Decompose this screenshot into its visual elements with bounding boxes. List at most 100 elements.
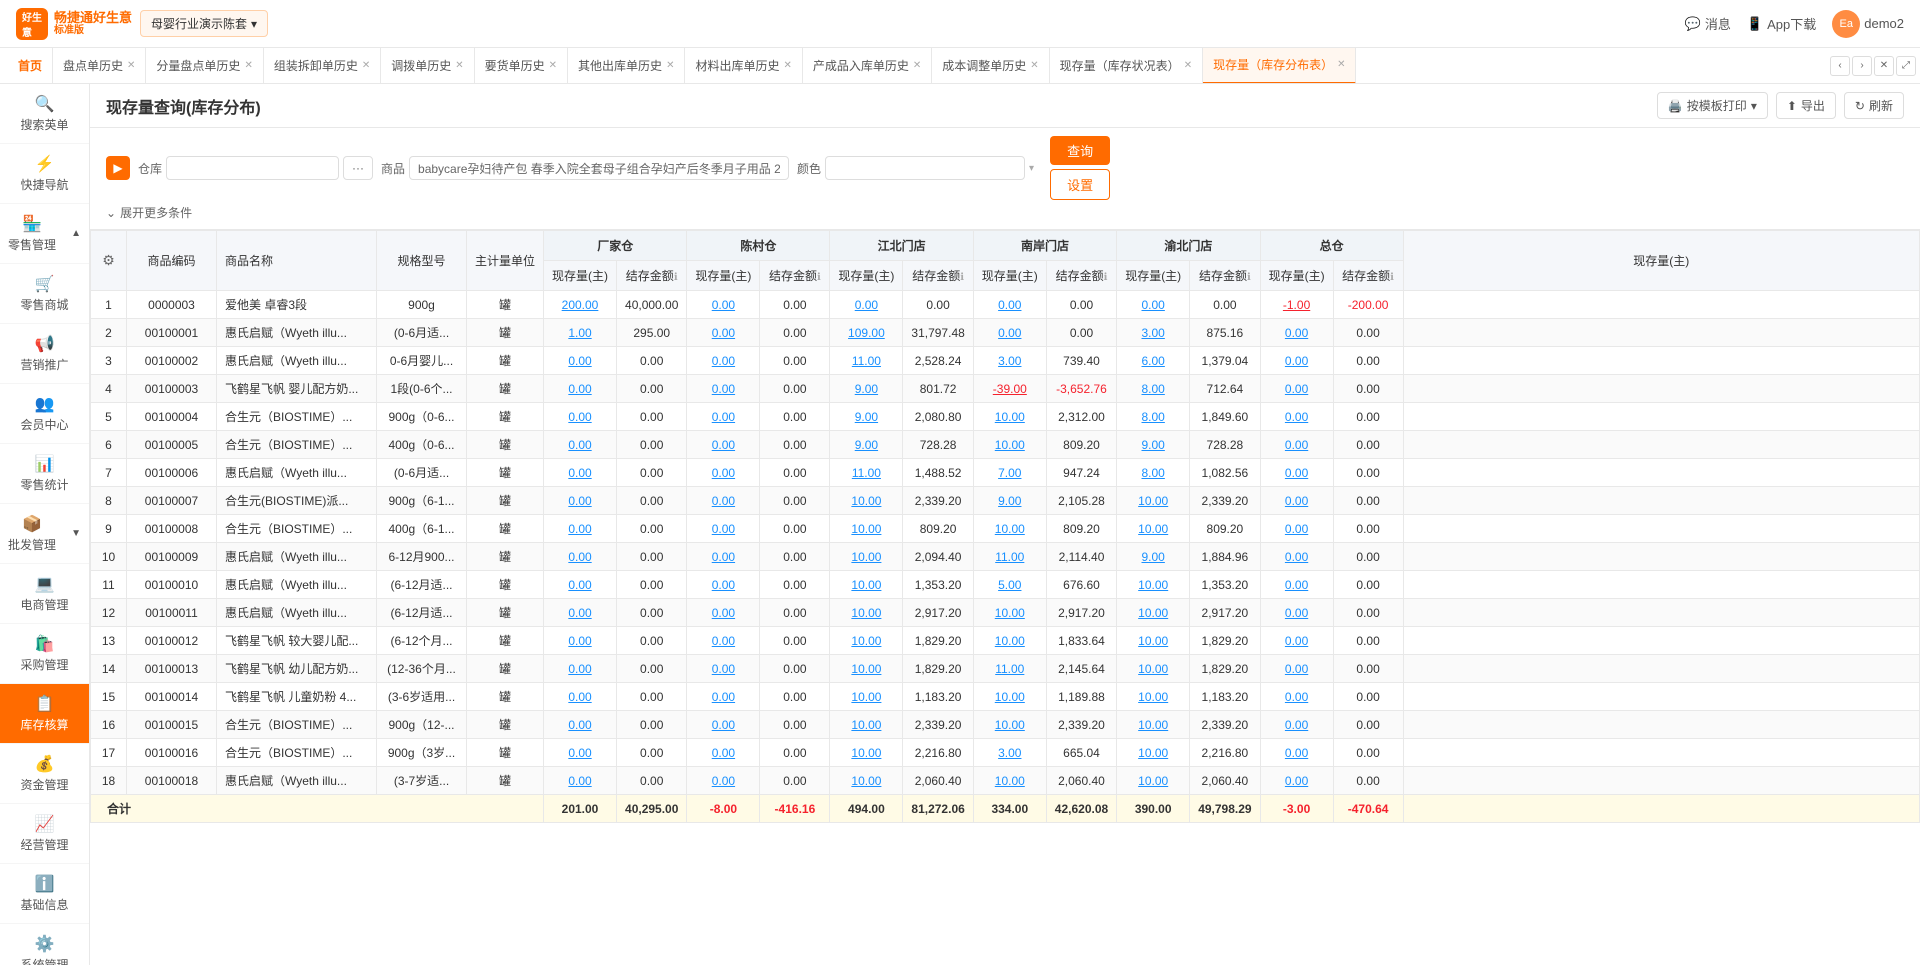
close-tab-9[interactable]: ✕	[1184, 60, 1192, 71]
sidebar-item-inventory[interactable]: 📋 库存核算	[0, 684, 89, 744]
cell-ybmd-amt: 2,216.80	[1190, 739, 1260, 767]
sidebar-item-members[interactable]: 👥 会员中心	[0, 384, 89, 444]
cell-ccc-amt: 0.00	[760, 599, 830, 627]
nav-tab-home[interactable]: 首页	[8, 48, 53, 84]
color-filter: 颜色 ▾	[797, 156, 1034, 180]
nav-tab-9[interactable]: 现存量（库存状况表） ✕	[1050, 48, 1203, 84]
sidebar-item-system[interactable]: ⚙️ 系统管理	[0, 924, 89, 965]
sidebar-item-wholesale[interactable]: 📦 批发管理 ▼	[0, 504, 89, 564]
cell-jbmd-amt: 2,216.80	[903, 739, 973, 767]
sidebar-item-quicknav[interactable]: ⚡ 快捷导航	[0, 144, 89, 204]
cell-name: 惠氏启赋（Wyeth illu...	[217, 459, 377, 487]
close-tab-5[interactable]: ✕	[666, 60, 674, 71]
sidebar-item-marketing[interactable]: 📢 营销推广	[0, 324, 89, 384]
nav-tab-10[interactable]: 现存量（库存分布表） ✕	[1203, 48, 1356, 84]
close-tab-10[interactable]: ✕	[1337, 59, 1345, 70]
cell-code: 00100004	[127, 403, 217, 431]
cell-total-amt: 0.00	[1333, 599, 1403, 627]
cell-total-qty: 0.00	[1260, 571, 1333, 599]
store-selector[interactable]: 母婴行业演示陈套 ▾	[140, 10, 268, 37]
expand-toggle-btn[interactable]: ▶	[106, 156, 130, 180]
nav-tab-6[interactable]: 材料出库单历史 ✕	[685, 48, 802, 84]
sidebar-item-mall[interactable]: 🛒 零售商城	[0, 264, 89, 324]
warehouse-dots-btn[interactable]: ···	[343, 156, 373, 180]
close-tab-6[interactable]: ✕	[783, 60, 791, 71]
page-title: 现存量查询(库存分布)	[106, 94, 261, 118]
cell-spec: (6-12个月...	[377, 627, 467, 655]
cell-namd-amt: 1,833.64	[1046, 627, 1116, 655]
cell-cjc-qty: 0.00	[544, 739, 617, 767]
sidebar-item-retail[interactable]: 🏪 零售管理 ▲	[0, 204, 89, 264]
print-btn[interactable]: 🖨️ 按模板打印 ▾	[1657, 92, 1768, 119]
app-download-btn[interactable]: 📱 App下载	[1747, 14, 1816, 33]
cell-no: 12	[91, 599, 127, 627]
info-icon-2[interactable]: ℹ	[817, 272, 821, 283]
close-tab-0[interactable]: ✕	[127, 60, 135, 71]
cell-total-qty: 0.00	[1260, 347, 1333, 375]
info-icon-6[interactable]: ℹ	[1390, 272, 1394, 283]
message-btn[interactable]: 💬 消息	[1685, 14, 1731, 33]
nav-prev-btn[interactable]: ‹	[1830, 56, 1850, 76]
nav-close-all-btn[interactable]: ✕	[1874, 56, 1894, 76]
query-button[interactable]: 查询	[1050, 136, 1110, 165]
cell-name: 惠氏启赋（Wyeth illu...	[217, 347, 377, 375]
info-icon-5[interactable]: ℹ	[1247, 272, 1251, 283]
cell-spec: 900g（12-...	[377, 711, 467, 739]
color-input[interactable]	[825, 156, 1025, 180]
sidebar-item-retail-stats[interactable]: 📊 零售统计	[0, 444, 89, 504]
close-tab-7[interactable]: ✕	[913, 60, 921, 71]
nav-tab-8[interactable]: 成本调整单历史 ✕	[932, 48, 1049, 84]
cell-code: 00100011	[127, 599, 217, 627]
nav-tab-5[interactable]: 其他出库单历史 ✕	[568, 48, 685, 84]
cell-ybmd-amt: 875.16	[1190, 319, 1260, 347]
nav-tab-0[interactable]: 盘点单历史 ✕	[53, 48, 146, 84]
sidebar-item-management[interactable]: 📈 经营管理	[0, 804, 89, 864]
info-icon-1[interactable]: ℹ	[674, 272, 678, 283]
cell-ybmd-amt: 1,849.60	[1190, 403, 1260, 431]
cell-jbmd-amt: 2,528.24	[903, 347, 973, 375]
nav-tab-4[interactable]: 要货单历史 ✕	[475, 48, 568, 84]
refresh-btn[interactable]: ↻ 刷新	[1844, 92, 1904, 119]
cell-ybmd-qty: 10.00	[1117, 655, 1190, 683]
nav-tab-1[interactable]: 分量盘点单历史 ✕	[146, 48, 263, 84]
sidebar-item-finance[interactable]: 💰 资金管理	[0, 744, 89, 804]
close-tab-8[interactable]: ✕	[1030, 60, 1038, 71]
cell-ybmd-qty: 10.00	[1117, 739, 1190, 767]
nav-tab-3[interactable]: 调拨单历史 ✕	[381, 48, 474, 84]
close-tab-2[interactable]: ✕	[362, 60, 370, 71]
cell-cjc-amt: 0.00	[617, 655, 687, 683]
info-icon-4[interactable]: ℹ	[1104, 272, 1108, 283]
expand-more-btn[interactable]: ⌄ 展开更多条件	[106, 204, 1904, 221]
warehouse-input[interactable]	[166, 156, 339, 180]
inventory-icon: 📋	[6, 694, 83, 714]
sidebar-item-basic[interactable]: ℹ️ 基础信息	[0, 864, 89, 924]
cell-total-amt: 0.00	[1333, 487, 1403, 515]
goods-input[interactable]	[409, 156, 789, 180]
sum-namd-amt: 42,620.08	[1046, 795, 1116, 823]
cell-total-amt: 0.00	[1333, 767, 1403, 795]
close-tab-3[interactable]: ✕	[455, 60, 463, 71]
sidebar-item-purchase[interactable]: 🛍️ 采购管理	[0, 624, 89, 684]
nav-next-btn[interactable]: ›	[1852, 56, 1872, 76]
th-total-amt: 结存金额ℹ	[1333, 261, 1403, 291]
gear-icon[interactable]: ⚙	[102, 252, 115, 268]
close-tab-4[interactable]: ✕	[549, 60, 557, 71]
setting-button[interactable]: 设置	[1050, 169, 1110, 200]
nav-expand-btn[interactable]: ⤢	[1896, 56, 1916, 76]
sum-ybmd-amt: 49,798.29	[1190, 795, 1260, 823]
cell-no: 3	[91, 347, 127, 375]
cell-jbmd-amt: 2,060.40	[903, 767, 973, 795]
close-tab-1[interactable]: ✕	[244, 60, 252, 71]
export-btn[interactable]: ⬆ 导出	[1776, 92, 1836, 119]
cell-jbmd-amt: 31,797.48	[903, 319, 973, 347]
table-row: 12 00100011 惠氏启赋（Wyeth illu... (6-12月适..…	[91, 599, 1920, 627]
sidebar-item-ecommerce[interactable]: 💻 电商管理	[0, 564, 89, 624]
cell-jbmd-qty: 10.00	[830, 683, 903, 711]
nav-tab-7[interactable]: 产成品入库单历史 ✕	[803, 48, 932, 84]
info-icon-3[interactable]: ℹ	[960, 272, 964, 283]
nav-tab-2[interactable]: 组装拆卸单历史 ✕	[264, 48, 381, 84]
sidebar-item-search[interactable]: 🔍 搜索英单	[0, 84, 89, 144]
user-area[interactable]: Ea demo2	[1832, 10, 1904, 38]
th-total: 总仓	[1260, 231, 1403, 261]
cell-namd-qty: 5.00	[973, 571, 1046, 599]
